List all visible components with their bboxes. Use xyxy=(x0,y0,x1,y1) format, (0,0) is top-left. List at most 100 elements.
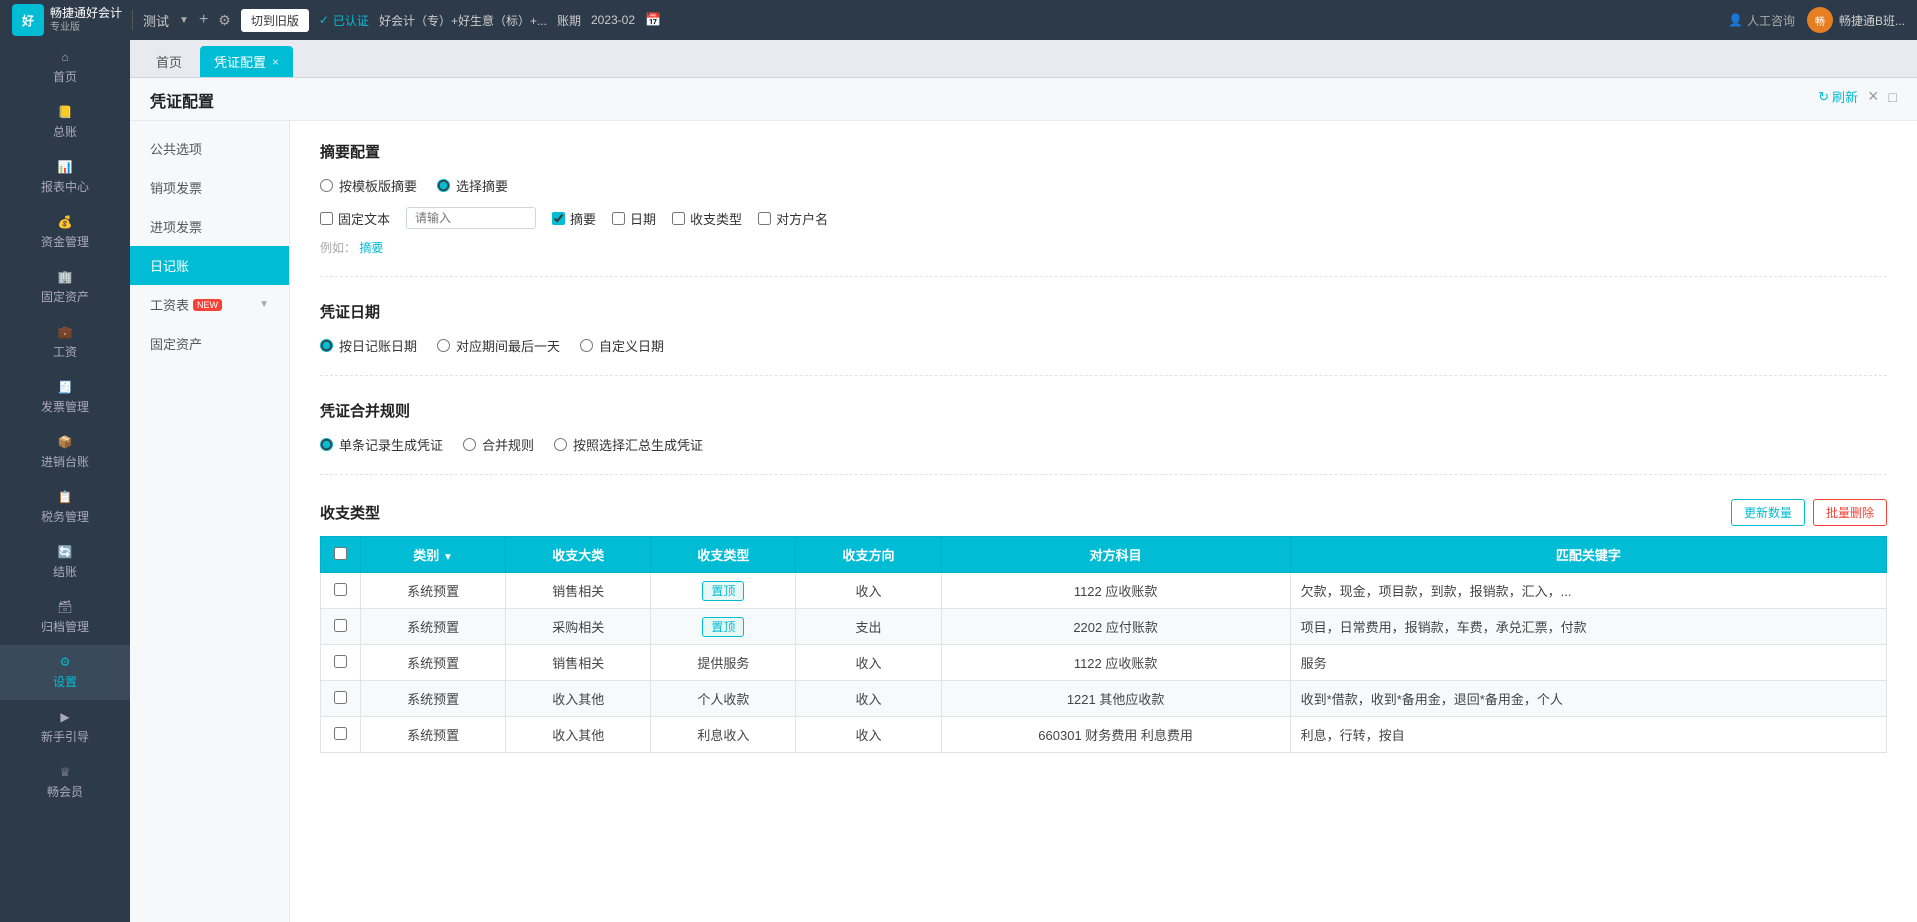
row-category: 系统预置 xyxy=(361,609,506,645)
calendar-icon[interactable]: 📅 xyxy=(645,12,661,28)
switch-btn[interactable]: 切到旧版 xyxy=(241,9,309,32)
left-nav-purchase-invoice[interactable]: 进项发票 xyxy=(130,207,289,246)
row-category: 系统预置 xyxy=(361,645,506,681)
row-category: 系统预置 xyxy=(361,573,506,609)
logo-icon: 好 xyxy=(12,4,44,36)
row-type: 置顶 xyxy=(651,609,796,645)
row-keywords: 欠款，现金，项目款，到款，报销款，汇入，... xyxy=(1290,573,1886,609)
update-btn[interactable]: 更新数量 xyxy=(1731,499,1805,526)
member-icon: ♕ xyxy=(60,765,71,779)
sidebar-item-reports[interactable]: 📊 报表中心 xyxy=(0,150,130,205)
left-nav-fixed-assets[interactable]: 固定资产 xyxy=(130,324,289,363)
col-category: 类别 ▼ xyxy=(361,537,506,573)
period-label: 账期 xyxy=(557,12,581,29)
row-keywords: 收到*借款，收到*备用金，退回*备用金，个人 xyxy=(1290,681,1886,717)
delete-btn[interactable]: 批量删除 xyxy=(1813,499,1887,526)
archive-icon: 🗃 xyxy=(57,600,72,614)
row-checkbox[interactable] xyxy=(334,619,347,632)
row-keywords: 利息，行转，按自 xyxy=(1290,717,1886,753)
sidebar-item-sales[interactable]: 📦 进销台账 xyxy=(0,425,130,480)
col-major: 收支大类 xyxy=(506,537,651,573)
radio-period-last[interactable]: 对应期间最后一天 xyxy=(437,336,560,355)
tab-close-icon[interactable]: × xyxy=(272,55,279,69)
fixed-text-input[interactable] xyxy=(406,207,536,229)
sidebar-item-settings[interactable]: ⚙ 设置 xyxy=(0,645,130,700)
logo: 好 畅捷通好会计 专业版 xyxy=(12,4,122,36)
date-checkbox[interactable]: 日期 xyxy=(612,209,656,228)
radio-template[interactable]: 按模板版摘要 xyxy=(320,176,417,195)
row-checkbox[interactable] xyxy=(334,691,347,704)
period-value: 2023-02 xyxy=(591,13,635,27)
user-info[interactable]: 畅 畅捷通B班... xyxy=(1807,7,1905,33)
finance-icon: 💰 xyxy=(58,215,73,229)
fixed-text-checkbox[interactable]: 固定文本 xyxy=(320,209,390,228)
col-subject: 对方科目 xyxy=(941,537,1290,573)
radio-merge[interactable]: 合并规则 xyxy=(463,435,534,454)
tab-home[interactable]: 首页 xyxy=(142,46,196,77)
sidebar-item-salary[interactable]: 💼 工资 xyxy=(0,315,130,370)
col-type: 收支类型 xyxy=(651,537,796,573)
certified-tag: ✓ 已认证 xyxy=(319,12,369,29)
counterparty-checkbox[interactable]: 对方户名 xyxy=(758,209,828,228)
left-nav-sales-invoice[interactable]: 销项发票 xyxy=(130,168,289,207)
summary-radio-group: 按模板版摘要 选择摘要 xyxy=(320,176,1887,195)
left-nav-payroll[interactable]: 工资表 NEW ▼ xyxy=(130,285,289,324)
sidebar-item-tax[interactable]: 📋 税务管理 xyxy=(0,480,130,535)
row-checkbox[interactable] xyxy=(334,655,347,668)
invoice-icon: 🧾 xyxy=(58,380,73,394)
sidebar-item-settlement[interactable]: 🔄 结账 xyxy=(0,535,130,590)
chevron-icon: ▼ xyxy=(259,299,269,310)
row-major: 收入其他 xyxy=(506,681,651,717)
col-direction: 收支方向 xyxy=(796,537,941,573)
sidebar-item-guide[interactable]: ▶ 新手引导 xyxy=(0,700,130,755)
select-all-checkbox[interactable] xyxy=(334,547,347,560)
row-type: 个人收款 xyxy=(651,681,796,717)
radio-custom-date[interactable]: 自定义日期 xyxy=(580,336,664,355)
username: 畅捷通B班... xyxy=(1839,12,1905,29)
left-nav-journal[interactable]: 日记账 xyxy=(130,246,289,285)
income-type-table: 类别 ▼ 收支大类 收支类型 收支方向 对方科目 匹配关键字 xyxy=(320,536,1887,753)
row-subject: 1122 应收账款 xyxy=(941,645,1290,681)
table-row: 系统预置采购相关置顶支出2202 应付账款项目，日常费用，报销款，车费，承兑汇票… xyxy=(321,609,1887,645)
row-direction: 收入 xyxy=(796,573,941,609)
income-type-title: 收支类型 xyxy=(320,502,380,523)
page-title: 凭证配置 xyxy=(150,88,214,112)
type-badge[interactable]: 置顶 xyxy=(702,581,744,601)
settlement-icon: 🔄 xyxy=(58,545,73,559)
sidebar-item-assets[interactable]: 🏢 固定资产 xyxy=(0,260,130,315)
col-keywords: 匹配关键字 xyxy=(1290,537,1886,573)
sidebar-item-invoice[interactable]: 🧾 发票管理 xyxy=(0,370,130,425)
income-type-checkbox[interactable]: 收支类型 xyxy=(672,209,742,228)
topbar-gear[interactable]: ⚙ xyxy=(218,12,231,29)
refresh-btn[interactable]: ↻ 刷新 xyxy=(1818,87,1858,106)
table-row: 系统预置收入其他个人收款收入1221 其他应收款收到*借款，收到*备用金，退回*… xyxy=(321,681,1887,717)
avatar: 畅 xyxy=(1807,7,1833,33)
workspace-chevron[interactable]: ▼ xyxy=(179,15,189,26)
reports-icon: 📊 xyxy=(58,160,73,174)
row-checkbox[interactable] xyxy=(334,583,347,596)
summary-config-title: 摘要配置 xyxy=(320,141,1887,162)
sidebar-item-home[interactable]: ⌂ 首页 xyxy=(0,40,130,95)
logo-text: 畅捷通好会计 专业版 xyxy=(50,6,122,35)
radio-select[interactable]: 选择摘要 xyxy=(437,176,508,195)
topbar-plus[interactable]: + xyxy=(199,11,208,29)
sidebar-item-ledger[interactable]: 📒 总账 xyxy=(0,95,130,150)
tab-voucher-config[interactable]: 凭证配置 × xyxy=(200,46,293,77)
tax-icon: 📋 xyxy=(58,490,73,504)
workspace-label: 测试 xyxy=(143,11,169,30)
radio-summary-gen[interactable]: 按照选择汇总生成凭证 xyxy=(554,435,703,454)
radio-single[interactable]: 单条记录生成凭证 xyxy=(320,435,443,454)
row-checkbox[interactable] xyxy=(334,727,347,740)
left-nav-public[interactable]: 公共选项 xyxy=(130,129,289,168)
type-badge[interactable]: 置顶 xyxy=(702,617,744,637)
sidebar-item-finance[interactable]: 💰 资金管理 xyxy=(0,205,130,260)
summary-checkbox[interactable]: 摘要 xyxy=(552,209,596,228)
row-type: 利息收入 xyxy=(651,717,796,753)
radio-journal-date[interactable]: 按日记账日期 xyxy=(320,336,417,355)
help-btn[interactable]: 👤 人工咨询 xyxy=(1728,12,1795,29)
row-direction: 支出 xyxy=(796,609,941,645)
sidebar-item-member[interactable]: ♕ 畅会员 xyxy=(0,755,130,810)
close-window-btn[interactable]: × xyxy=(1868,86,1879,107)
maximize-window-btn[interactable]: □ xyxy=(1889,89,1897,105)
sidebar-item-archive[interactable]: 🗃 归档管理 xyxy=(0,590,130,645)
